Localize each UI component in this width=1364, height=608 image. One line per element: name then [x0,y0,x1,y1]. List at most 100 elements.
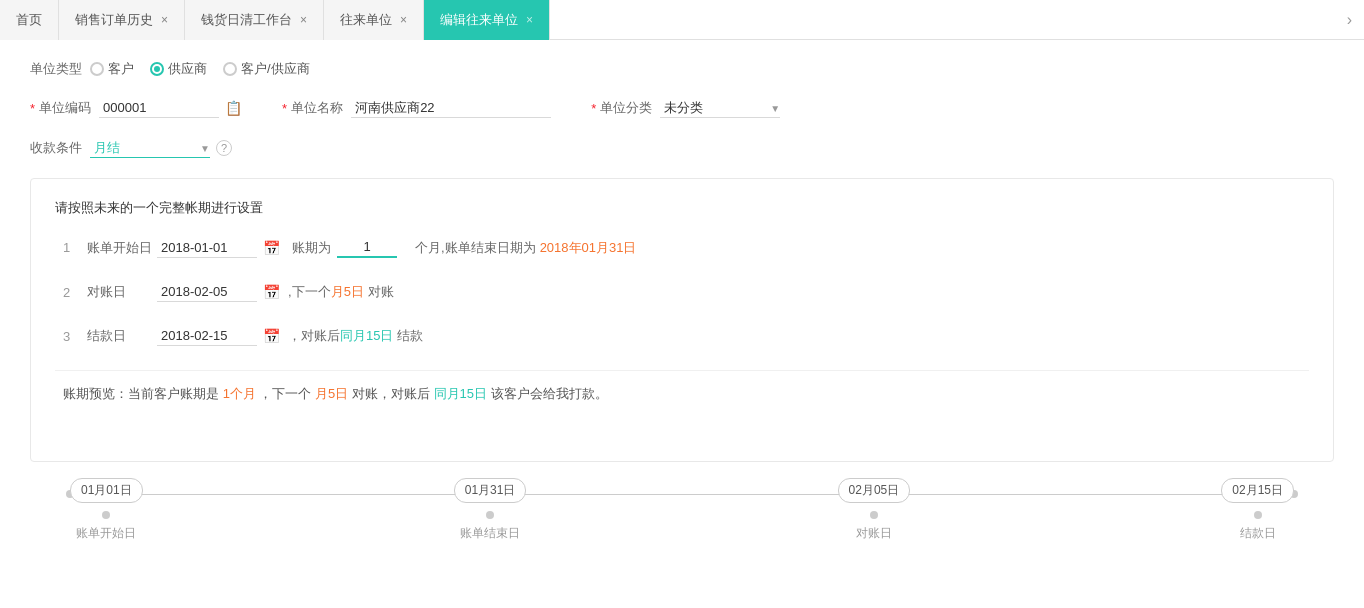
row-2-date-input[interactable] [157,282,257,302]
help-icon[interactable]: ? [216,140,232,156]
timeline-dot-3 [1254,511,1262,519]
radio-supplier-circle [150,62,164,76]
unit-type-row: 单位类型 客户 供应商 客户/供应商 [30,60,1334,78]
row-3-desc-before: ，对账后 [288,327,340,345]
radio-customer-label: 客户 [108,60,134,78]
unit-code-star: * [30,101,35,116]
setting-row-2: 2 对账日 📅 ,下一个 月5日 对账 [55,282,1309,302]
payment-condition-select-group: ▼ [90,138,210,158]
unit-type-label: 单位类型 [30,60,82,78]
unit-category-group: * 单位分类 ▼ [591,98,780,118]
timeline-badge-0: 01月01日 [70,478,143,503]
unit-code-input[interactable] [99,98,219,118]
preview-end: 该客户会给我打款。 [491,386,608,401]
row-1-desc-before: 账期为 [292,239,331,257]
timeline: 01月01日 账单开始日 01月31日 账单结束日 02月05日 对账日 02月… [30,478,1334,542]
radio-both-label: 客户/供应商 [241,60,310,78]
row-2-highlight1: 月5日 [331,283,364,301]
radio-customer[interactable]: 客户 [90,60,134,78]
payment-condition-row: 收款条件 ▼ ? [30,138,1334,158]
unit-category-label: 单位分类 [600,99,652,117]
unit-name-group: * 单位名称 [282,98,551,118]
preview-label: 账期预览：当前客户账期是 [63,386,219,401]
timeline-point-2: 02月05日 对账日 [838,478,911,542]
preview-part3: 同月15日 [434,386,487,401]
radio-both[interactable]: 客户/供应商 [223,60,310,78]
timeline-badge-1: 01月31日 [454,478,527,503]
row-1-desc-after: 个月,账单结束日期为 [415,239,536,257]
row-1-date-input[interactable] [157,238,257,258]
radio-supplier[interactable]: 供应商 [150,60,207,78]
row-3-highlight: 同月15日 [340,327,393,345]
preview-part1: 1个月 [223,386,256,401]
unit-category-star: * [591,101,596,116]
preview-mid1: ，下一个 [259,386,311,401]
tab-unit-label: 往来单位 [340,11,392,29]
row-1-calendar-icon[interactable]: 📅 [263,240,280,256]
tab-edit-unit[interactable]: 编辑往来单位 × [424,0,550,40]
unit-type-radio-group: 客户 供应商 客户/供应商 [90,60,310,78]
unit-code-icon[interactable]: 📋 [225,100,242,116]
row-2-num: 2 [63,285,87,300]
row-3-label: 结款日 [87,327,157,345]
preview-part2: 月5日 [315,386,348,401]
timeline-dot-0 [102,511,110,519]
radio-customer-circle [90,62,104,76]
timeline-label-2: 对账日 [856,525,892,542]
tab-sales-history-close[interactable]: × [161,13,168,27]
tab-home[interactable]: 首页 [0,0,59,40]
tab-cash-work[interactable]: 钱货日清工作台 × [185,0,324,40]
tab-cash-work-label: 钱货日清工作台 [201,11,292,29]
row-2-label: 对账日 [87,283,157,301]
tab-unit[interactable]: 往来单位 × [324,0,424,40]
unit-code-group: * 单位编码 📋 [30,98,242,118]
row-1-label: 账单开始日 [87,239,157,257]
radio-supplier-label: 供应商 [168,60,207,78]
unit-name-input[interactable] [351,98,551,118]
unit-category-input[interactable] [660,98,780,118]
main-content: 单位类型 客户 供应商 客户/供应商 * 单位编码 📋 * 单位名称 [0,40,1364,608]
timeline-dot-1 [486,511,494,519]
unit-category-select-group: ▼ [660,98,780,118]
preview-mid2: 对账，对账后 [352,386,430,401]
panel-title: 请按照未来的一个完整帐期进行设置 [55,199,1309,217]
timeline-label-1: 账单结束日 [460,525,520,542]
unit-name-star: * [282,101,287,116]
tab-edit-unit-label: 编辑往来单位 [440,11,518,29]
unit-name-label: 单位名称 [291,99,343,117]
preview-text: 账期预览：当前客户账期是 1个月 ，下一个 月5日 对账，对账后 同月15日 该… [63,385,1301,403]
row-2-desc-after: 对账 [368,283,394,301]
payment-condition-label: 收款条件 [30,139,82,157]
setting-row-3: 3 结款日 📅 ，对账后 同月15日 结款 [55,326,1309,346]
row-1-highlight: 2018年01月31日 [540,239,637,257]
tab-home-label: 首页 [16,11,42,29]
tab-edit-unit-close[interactable]: × [526,13,533,27]
tab-unit-close[interactable]: × [400,13,407,27]
tab-more-button[interactable]: › [1335,11,1364,29]
timeline-points: 01月01日 账单开始日 01月31日 账单结束日 02月05日 对账日 02月… [70,478,1294,542]
row-3-calendar-icon[interactable]: 📅 [263,328,280,344]
unit-code-label: 单位编码 [39,99,91,117]
row-3-date-input[interactable] [157,326,257,346]
setting-row-1: 1 账单开始日 📅 账期为 个月,账单结束日期为 2018年01月31日 [55,237,1309,258]
row-2-calendar-icon[interactable]: 📅 [263,284,280,300]
timeline-point-3: 02月15日 结款日 [1221,478,1294,542]
timeline-badge-3: 02月15日 [1221,478,1294,503]
tab-cash-work-close[interactable]: × [300,13,307,27]
settings-panel: 请按照未来的一个完整帐期进行设置 1 账单开始日 📅 账期为 个月,账单结束日期… [30,178,1334,462]
row-3-num: 3 [63,329,87,344]
timeline-label-0: 账单开始日 [76,525,136,542]
row-2-desc-before: ,下一个 [288,283,331,301]
unit-info-row: * 单位编码 📋 * 单位名称 * 单位分类 ▼ [30,98,1334,118]
radio-both-circle [223,62,237,76]
timeline-point-1: 01月31日 账单结束日 [454,478,527,542]
row-1-num: 1 [63,240,87,255]
tab-sales-history[interactable]: 销售订单历史 × [59,0,185,40]
row-1-period-input[interactable] [337,237,397,258]
payment-condition-input[interactable] [90,138,210,158]
tabs-bar: 首页 销售订单历史 × 钱货日清工作台 × 往来单位 × 编辑往来单位 × › [0,0,1364,40]
tab-sales-history-label: 销售订单历史 [75,11,153,29]
timeline-badge-2: 02月05日 [838,478,911,503]
timeline-label-3: 结款日 [1240,525,1276,542]
timeline-dot-2 [870,511,878,519]
